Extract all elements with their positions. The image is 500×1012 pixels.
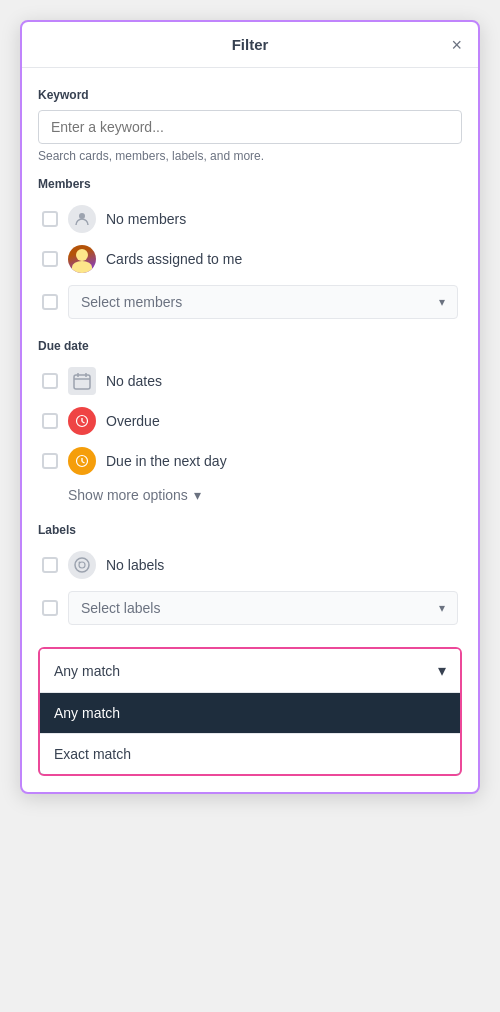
select-members-checkbox[interactable]: [42, 294, 58, 310]
due-next-day-icon: [68, 447, 96, 475]
match-options-list: Any match Exact match: [40, 693, 460, 774]
select-labels-chevron: ▾: [439, 601, 445, 615]
overdue-label: Overdue: [106, 413, 160, 429]
match-dropdown-trigger[interactable]: Any match ▾: [40, 649, 460, 693]
any-match-label: Any match: [54, 705, 120, 721]
panel-body: Keyword Search cards, members, labels, a…: [22, 68, 478, 792]
show-more-chevron: ▾: [194, 487, 201, 503]
members-no-members-row: No members: [38, 199, 462, 239]
panel-title: Filter: [232, 36, 269, 53]
select-labels-dropdown[interactable]: Select labels ▾: [68, 591, 458, 625]
assigned-to-me-row: Cards assigned to me: [38, 239, 462, 279]
user-avatar: [68, 245, 96, 273]
svg-point-13: [75, 558, 89, 572]
labels-section: Labels No labels: [38, 523, 462, 631]
select-labels-label: Select labels: [81, 600, 160, 616]
assigned-to-me-checkbox[interactable]: [42, 251, 58, 267]
labels-section-label: Labels: [38, 523, 462, 537]
no-members-checkbox[interactable]: [42, 211, 58, 227]
panel-header: Filter ×: [22, 22, 478, 68]
match-chevron: ▾: [438, 661, 446, 680]
show-more-options[interactable]: Show more options ▾: [38, 481, 462, 509]
person-icon: [68, 205, 96, 233]
select-members-row: Select members ▾: [38, 279, 462, 325]
overdue-checkbox[interactable]: [42, 413, 58, 429]
keyword-hint: Search cards, members, labels, and more.: [38, 149, 462, 163]
svg-point-15: [79, 562, 81, 564]
match-selected-label: Any match: [54, 663, 120, 679]
calendar-icon: [68, 367, 96, 395]
label-icon: [68, 551, 96, 579]
match-option-any[interactable]: Any match: [40, 693, 460, 733]
exact-match-label: Exact match: [54, 746, 131, 762]
overdue-clock-icon: [68, 407, 96, 435]
show-more-label: Show more options: [68, 487, 188, 503]
no-labels-checkbox[interactable]: [42, 557, 58, 573]
overdue-row: Overdue: [38, 401, 462, 441]
filter-panel: Filter × Keyword Search cards, members, …: [20, 20, 480, 794]
close-button[interactable]: ×: [447, 32, 466, 58]
members-section: Members No members Car: [38, 177, 462, 325]
select-members-dropdown[interactable]: Select members ▾: [68, 285, 458, 319]
keyword-section: Keyword Search cards, members, labels, a…: [38, 88, 462, 163]
assigned-to-me-label: Cards assigned to me: [106, 251, 242, 267]
select-members-chevron: ▾: [439, 295, 445, 309]
no-members-label: No members: [106, 211, 186, 227]
svg-rect-1: [74, 375, 90, 389]
select-members-label: Select members: [81, 294, 182, 310]
members-label: Members: [38, 177, 462, 191]
no-labels-label: No labels: [106, 557, 164, 573]
due-date-section: Due date No dates: [38, 339, 462, 509]
no-dates-checkbox[interactable]: [42, 373, 58, 389]
keyword-label: Keyword: [38, 88, 462, 102]
select-labels-checkbox[interactable]: [42, 600, 58, 616]
svg-point-0: [79, 213, 85, 219]
match-option-exact[interactable]: Exact match: [40, 733, 460, 774]
match-section: Any match ▾ Any match Exact match: [38, 647, 462, 776]
keyword-input[interactable]: [38, 110, 462, 144]
due-next-day-row: Due in the next day: [38, 441, 462, 481]
no-dates-row: No dates: [38, 361, 462, 401]
due-next-day-label: Due in the next day: [106, 453, 227, 469]
no-dates-label: No dates: [106, 373, 162, 389]
no-labels-row: No labels: [38, 545, 462, 585]
due-date-label: Due date: [38, 339, 462, 353]
select-labels-row: Select labels ▾: [38, 585, 462, 631]
due-next-day-checkbox[interactable]: [42, 453, 58, 469]
